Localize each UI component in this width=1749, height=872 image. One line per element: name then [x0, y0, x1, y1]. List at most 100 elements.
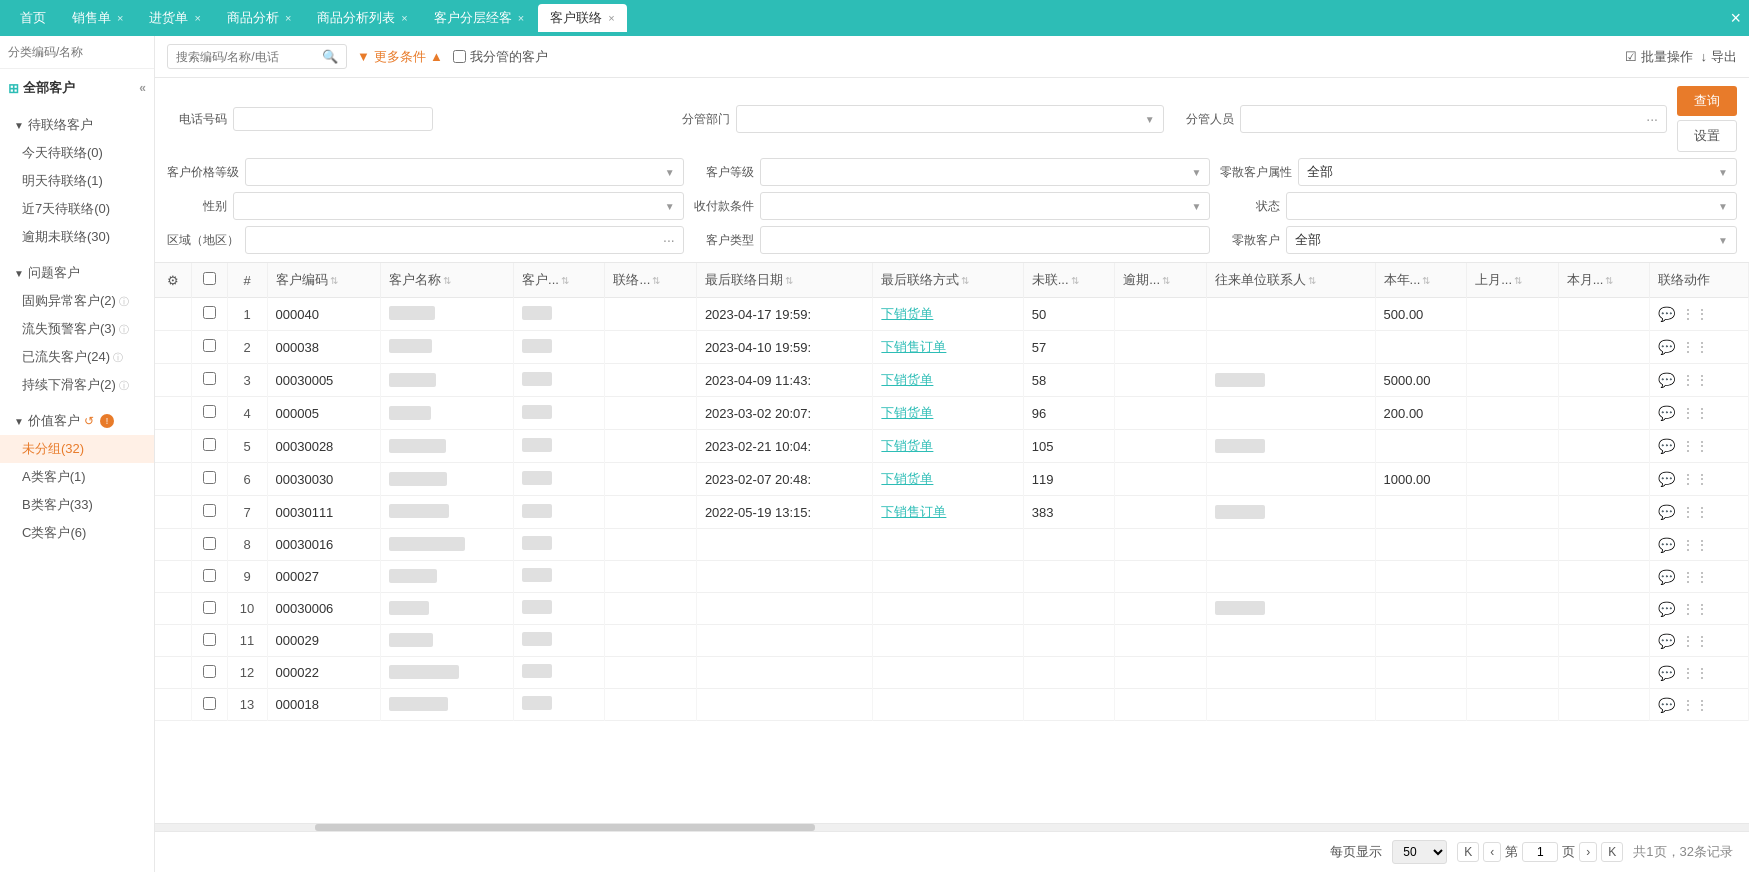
last-method-link[interactable]: 下销售订单 — [881, 339, 946, 354]
td-checkbox[interactable] — [191, 561, 227, 593]
contact-action-icon[interactable]: 💬 — [1658, 697, 1675, 713]
tab-sales-close[interactable]: × — [117, 12, 123, 24]
more-action-icon[interactable]: ⋮⋮ — [1681, 339, 1709, 355]
more-action-icon[interactable]: ⋮⋮ — [1681, 471, 1709, 487]
page-number-input[interactable] — [1522, 842, 1558, 862]
filter-manager-select[interactable]: ··· — [1240, 105, 1667, 133]
sidebar-item-week-pending[interactable]: 近7天待联络(0) — [0, 195, 154, 223]
prev-page-button[interactable]: ‹ — [1483, 842, 1501, 862]
first-page-button[interactable]: K — [1457, 842, 1479, 862]
tab-customer-contact[interactable]: 客户联络 × — [538, 4, 626, 32]
my-customers-checkbox[interactable] — [453, 50, 466, 63]
more-action-icon[interactable]: ⋮⋮ — [1681, 665, 1709, 681]
filter-price-level-select[interactable]: ▼ — [245, 158, 684, 186]
filter-retail-attr-select[interactable]: 全部 ▼ — [1298, 158, 1737, 186]
contact-action-icon[interactable]: 💬 — [1658, 665, 1675, 681]
tab-customer-contact-close[interactable]: × — [608, 12, 614, 24]
contact-action-icon[interactable]: 💬 — [1658, 372, 1675, 388]
td-checkbox[interactable] — [191, 689, 227, 721]
td-checkbox[interactable] — [191, 430, 227, 463]
sidebar-search-box[interactable]: 🔍 — [0, 36, 154, 69]
filter-region-select[interactable]: ··· — [245, 226, 684, 254]
overdue-sort-icon[interactable]: ⇅ — [1162, 275, 1170, 286]
sidebar-item-churn-warning[interactable]: 流失预警客户(3) ⓘ — [0, 315, 154, 343]
contact-action-icon[interactable]: 💬 — [1658, 537, 1675, 553]
sidebar-item-ungrouped[interactable]: 未分组(32) — [0, 435, 154, 463]
th-settings[interactable]: ⚙ — [155, 263, 191, 298]
sidebar-item-declining[interactable]: 持续下滑客户(2) ⓘ — [0, 371, 154, 399]
more-action-icon[interactable]: ⋮⋮ — [1681, 697, 1709, 713]
td-checkbox[interactable] — [191, 593, 227, 625]
filter-customer-level-select[interactable]: ▼ — [760, 158, 1211, 186]
td-checkbox[interactable] — [191, 298, 227, 331]
this-month-sort-icon[interactable]: ⇅ — [1605, 275, 1613, 286]
last-date-sort-icon[interactable]: ⇅ — [785, 275, 793, 286]
tab-product-analysis[interactable]: 商品分析 × — [215, 4, 303, 32]
page-size-select[interactable]: 50 100 200 — [1392, 840, 1447, 864]
manager-dots-icon[interactable]: ··· — [1646, 111, 1658, 127]
filter-phone-input[interactable] — [233, 107, 433, 131]
tab-product-analysis-list-close[interactable]: × — [401, 12, 407, 24]
contact-action-icon[interactable]: 💬 — [1658, 339, 1675, 355]
th-checkbox[interactable] — [191, 263, 227, 298]
sidebar-all-customers-header[interactable]: ⊞ 全部客户 « — [0, 73, 154, 103]
more-action-icon[interactable]: ⋮⋮ — [1681, 504, 1709, 520]
sidebar-problem-header[interactable]: ▼ 问题客户 — [0, 259, 154, 287]
td-checkbox[interactable] — [191, 331, 227, 364]
more-action-icon[interactable]: ⋮⋮ — [1681, 537, 1709, 553]
contact-action-icon[interactable]: 💬 — [1658, 306, 1675, 322]
no-contact-sort-icon[interactable]: ⇅ — [1071, 275, 1079, 286]
window-close-button[interactable]: × — [1730, 8, 1741, 29]
sidebar-item-c-class[interactable]: C类客户(6) — [0, 519, 154, 547]
sidebar-score-header[interactable]: ▼ 价值客户 ↺ ! — [0, 407, 154, 435]
last-method-link[interactable]: 下销货单 — [881, 405, 933, 420]
filter-my-customers[interactable]: 我分管的客户 — [453, 48, 548, 66]
last-month-sort-icon[interactable]: ⇅ — [1514, 275, 1522, 286]
export-button[interactable]: ↓ 导出 — [1701, 48, 1738, 66]
contact-action-icon[interactable]: 💬 — [1658, 601, 1675, 617]
more-action-icon[interactable]: ⋮⋮ — [1681, 633, 1709, 649]
tab-customer-segment[interactable]: 客户分层经客 × — [422, 4, 536, 32]
more-action-icon[interactable]: ⋮⋮ — [1681, 405, 1709, 421]
filter-customer-type-select[interactable] — [760, 226, 1211, 254]
contact-action-icon[interactable]: 💬 — [1658, 633, 1675, 649]
filter-status-select[interactable]: ▼ — [1286, 192, 1737, 220]
filter-dept-select[interactable]: ▼ — [736, 105, 1163, 133]
company-contact-sort-icon[interactable]: ⇅ — [1308, 275, 1316, 286]
last-method-link[interactable]: 下销货单 — [881, 306, 933, 321]
contact-action-icon[interactable]: 💬 — [1658, 569, 1675, 585]
horizontal-scrollbar[interactable] — [155, 823, 1749, 831]
sidebar-item-b-class[interactable]: B类客户(33) — [0, 491, 154, 519]
scrollbar-thumb[interactable] — [315, 824, 815, 831]
filter-search-box[interactable]: 🔍 — [167, 44, 347, 69]
td-checkbox[interactable] — [191, 397, 227, 430]
tab-purchase[interactable]: 进货单 × — [137, 4, 212, 32]
contact-action-icon[interactable]: 💬 — [1658, 471, 1675, 487]
filter-gender-select[interactable]: ▼ — [233, 192, 684, 220]
contact-sort-icon[interactable]: ⇅ — [652, 275, 660, 286]
sidebar-pending-header[interactable]: ▼ 待联络客户 — [0, 111, 154, 139]
filter-search-icon[interactable]: 🔍 — [322, 49, 338, 64]
more-action-icon[interactable]: ⋮⋮ — [1681, 569, 1709, 585]
td-checkbox[interactable] — [191, 625, 227, 657]
sidebar-item-overdue-pending[interactable]: 逾期未联络(30) — [0, 223, 154, 251]
tab-sales[interactable]: 销售单 × — [60, 4, 135, 32]
refresh-icon[interactable]: ↺ — [84, 414, 94, 428]
next-page-button[interactable]: › — [1579, 842, 1597, 862]
filter-retail-customer-select[interactable]: 全部 ▼ — [1286, 226, 1737, 254]
td-checkbox[interactable] — [191, 657, 227, 689]
tab-product-analysis-close[interactable]: × — [285, 12, 291, 24]
region-dots-icon[interactable]: ··· — [663, 232, 675, 248]
last-method-link[interactable]: 下销货单 — [881, 471, 933, 486]
td-checkbox[interactable] — [191, 529, 227, 561]
sidebar-search-input[interactable] — [8, 45, 155, 59]
last-method-link[interactable]: 下销货单 — [881, 438, 933, 453]
sidebar-item-abnormal[interactable]: 固购异常客户(2) ⓘ — [0, 287, 154, 315]
tab-purchase-close[interactable]: × — [194, 12, 200, 24]
last-method-link[interactable]: 下销售订单 — [881, 504, 946, 519]
filter-more-conditions[interactable]: ▼ 更多条件 ▲ — [357, 48, 443, 66]
sidebar-item-a-class[interactable]: A类客户(1) — [0, 463, 154, 491]
td-checkbox[interactable] — [191, 364, 227, 397]
more-action-icon[interactable]: ⋮⋮ — [1681, 601, 1709, 617]
more-action-icon[interactable]: ⋮⋮ — [1681, 438, 1709, 454]
